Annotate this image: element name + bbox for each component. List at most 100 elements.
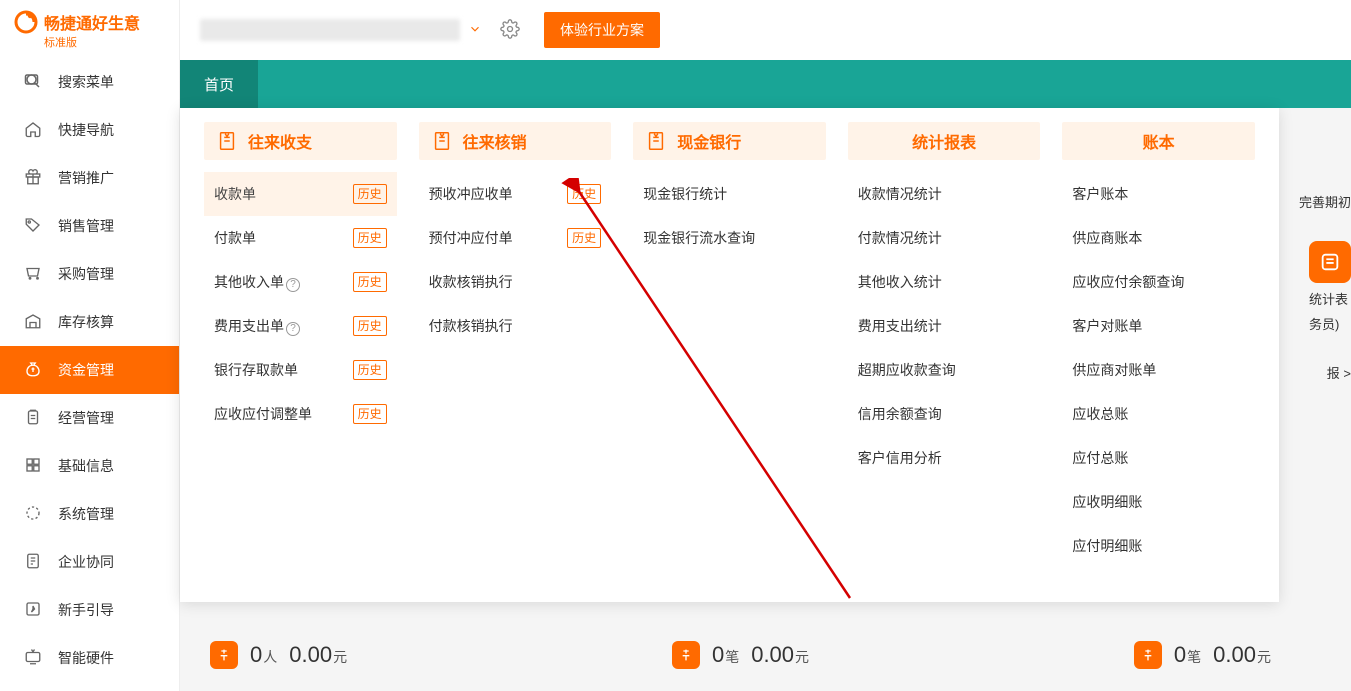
history-badge[interactable]: 历史: [353, 360, 387, 380]
sidebar-item-0[interactable]: 搜索菜单: [0, 58, 179, 106]
mega-item-label: 付款单: [214, 228, 256, 248]
mega-item-0-2[interactable]: 其他收入单? 历史: [204, 260, 397, 304]
sidebar-item-10[interactable]: 企业协同: [0, 538, 179, 586]
mega-col-title: 现金银行: [677, 129, 741, 153]
help-icon[interactable]: ?: [286, 322, 300, 336]
history-badge[interactable]: 历史: [353, 404, 387, 424]
sidebar-item-1[interactable]: 快捷导航: [0, 106, 179, 154]
mega-item-0-0[interactable]: 收款单 历史: [204, 172, 397, 216]
gift-icon: [24, 168, 44, 188]
mega-col-head-1: 往来核销: [419, 122, 612, 160]
mega-item-4-4[interactable]: 供应商对账单: [1062, 348, 1255, 392]
mega-item-label: 费用支出单?: [214, 316, 300, 336]
mega-item-label: 收款单: [214, 184, 256, 204]
sidebar-item-9[interactable]: 系统管理: [0, 490, 179, 538]
history-badge[interactable]: 历史: [567, 184, 601, 204]
logo-icon: [14, 10, 38, 34]
mega-item-label: 其他收入单?: [214, 272, 300, 292]
mega-item-label: 超期应收款查询: [858, 360, 956, 380]
mega-item-label: 收款情况统计: [858, 184, 942, 204]
ring-icon: [24, 504, 44, 524]
mega-item-1-2[interactable]: 收款核销执行: [419, 260, 612, 304]
mega-item-4-1[interactable]: 供应商账本: [1062, 216, 1255, 260]
rail-shortcut-icon[interactable]: [1309, 241, 1351, 283]
mega-col-title: 统计报表: [912, 129, 976, 153]
mega-item-label: 供应商账本: [1072, 228, 1142, 248]
stats-row: 0人0.00元0笔0.00元0笔0.00元: [210, 641, 1271, 669]
cart-icon: [24, 264, 44, 284]
rail-hint-2: 统计表: [1309, 289, 1351, 308]
topbar: 体验行业方案: [180, 0, 1351, 60]
mega-item-4-8[interactable]: 应付明细账: [1062, 524, 1255, 568]
mega-item-3-5[interactable]: 信用余额查询: [848, 392, 1041, 436]
mega-col-title: 往来收支: [248, 129, 312, 153]
sidebar-item-4[interactable]: 采购管理: [0, 250, 179, 298]
mega-item-4-6[interactable]: 应付总账: [1062, 436, 1255, 480]
sidebar-item-3[interactable]: 销售管理: [0, 202, 179, 250]
sidebar-item-11[interactable]: 新手引导: [0, 586, 179, 634]
mega-item-2-0[interactable]: 现金银行统计: [633, 172, 826, 216]
mega-item-3-6[interactable]: 客户信用分析: [848, 436, 1041, 480]
rail-hint-3: 务员): [1309, 314, 1351, 333]
sidebar-item-6[interactable]: 资金管理: [0, 346, 179, 394]
mega-item-2-1[interactable]: 现金银行流水查询: [633, 216, 826, 260]
sidebar-item-label: 企业协同: [58, 552, 114, 572]
history-badge[interactable]: 历史: [353, 272, 387, 292]
compass-icon: [24, 600, 44, 620]
mega-item-label: 应收应付余额查询: [1072, 272, 1184, 292]
mega-item-3-0[interactable]: 收款情况统计: [848, 172, 1041, 216]
sidebar-item-5[interactable]: 库存核算: [0, 298, 179, 346]
mega-item-3-2[interactable]: 其他收入统计: [848, 260, 1041, 304]
mega-item-1-1[interactable]: 预付冲应付单历史: [419, 216, 612, 260]
mega-item-4-0[interactable]: 客户账本: [1062, 172, 1255, 216]
sidebar-item-12[interactable]: 智能硬件: [0, 634, 179, 682]
mega-item-label: 应付总账: [1072, 448, 1128, 468]
org-selector[interactable]: [200, 19, 482, 41]
sidebar-item-7[interactable]: 经营管理: [0, 394, 179, 442]
mega-item-0-4[interactable]: 银行存取款单历史: [204, 348, 397, 392]
mega-item-4-5[interactable]: 应收总账: [1062, 392, 1255, 436]
tag-icon: [24, 216, 44, 236]
mega-item-label: 付款核销执行: [429, 316, 513, 336]
sidebar-item-2[interactable]: 营销推广: [0, 154, 179, 202]
sidebar-item-8[interactable]: 基础信息: [0, 442, 179, 490]
mega-item-4-2[interactable]: 应收应付余额查询: [1062, 260, 1255, 304]
mega-col-head-2: 现金银行: [633, 122, 826, 160]
tab-home[interactable]: 首页: [180, 60, 258, 108]
rail-hint-1: 完善期初: [1299, 192, 1351, 211]
mega-item-label: 现金银行流水查询: [643, 228, 755, 248]
mega-item-0-5[interactable]: 应收应付调整单历史: [204, 392, 397, 436]
cta-button[interactable]: 体验行业方案: [544, 12, 660, 48]
grid-icon: [24, 456, 44, 476]
mega-item-3-1[interactable]: 付款情况统计: [848, 216, 1041, 260]
mega-item-0-3[interactable]: 费用支出单? 历史: [204, 304, 397, 348]
mega-item-label: 应付明细账: [1072, 536, 1142, 556]
mega-item-4-7[interactable]: 应收明细账: [1062, 480, 1255, 524]
stat-amount: 0.00元: [751, 642, 809, 668]
sidebar-item-label: 销售管理: [58, 216, 114, 236]
rail-hint-4[interactable]: 报 >: [1327, 363, 1351, 382]
mega-item-label: 收款核销执行: [429, 272, 513, 292]
mega-item-3-4[interactable]: 超期应收款查询: [848, 348, 1041, 392]
mega-item-1-0[interactable]: 预收冲应收单历史: [419, 172, 612, 216]
clipboard-icon: [24, 408, 44, 428]
history-badge[interactable]: 历史: [353, 184, 387, 204]
history-badge[interactable]: 历史: [353, 316, 387, 336]
note-icon: [24, 552, 44, 572]
mega-item-0-1[interactable]: 付款单 历史: [204, 216, 397, 260]
help-icon[interactable]: ?: [286, 278, 300, 292]
history-badge[interactable]: 历史: [353, 228, 387, 248]
stat-0: 0人0.00元: [210, 641, 347, 669]
stat-amount: 0.00元: [289, 642, 347, 668]
mega-item-label: 费用支出统计: [858, 316, 942, 336]
mega-item-4-3[interactable]: 客户对账单: [1062, 304, 1255, 348]
stat-amount: 0.00元: [1213, 642, 1271, 668]
doc-icon: [645, 130, 667, 152]
chevron-down-icon: [468, 22, 482, 39]
sidebar: 畅捷通好生意 标准版 搜索菜单快捷导航营销推广销售管理采购管理库存核算资金管理经…: [0, 0, 180, 691]
history-badge[interactable]: 历史: [567, 228, 601, 248]
mega-item-1-3[interactable]: 付款核销执行: [419, 304, 612, 348]
mega-item-3-3[interactable]: 费用支出统计: [848, 304, 1041, 348]
content-area: 往来收支收款单历史付款单历史其他收入单?历史费用支出单?历史银行存取款单历史应收…: [180, 108, 1351, 691]
gear-icon[interactable]: [500, 19, 520, 42]
